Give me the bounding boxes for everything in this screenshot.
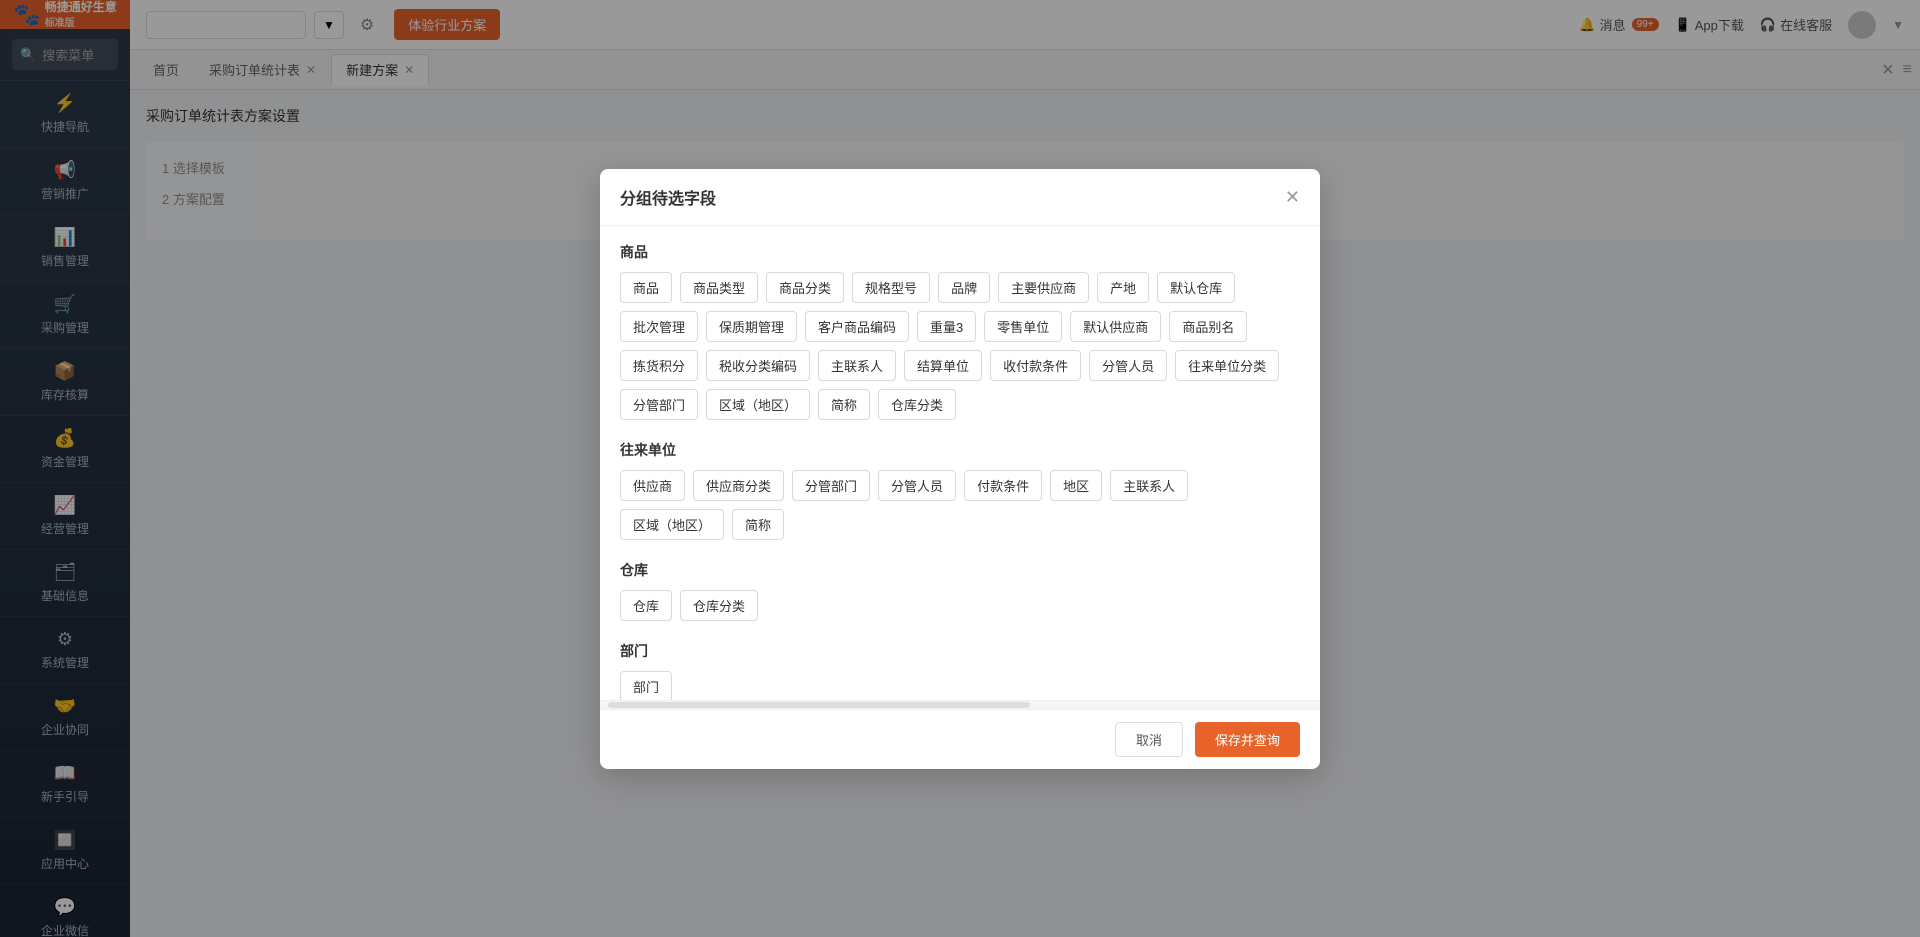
field-tag[interactable]: 零售单位 [984, 311, 1062, 342]
field-tag[interactable]: 商品分类 [766, 272, 844, 303]
modal-title: 分组待选字段 [620, 185, 716, 209]
section-partner-tags: 供应商 供应商分类 分管部门 分管人员 付款条件 地区 主联系人 区域（地区） … [620, 470, 1300, 540]
field-tag[interactable]: 主要供应商 [998, 272, 1089, 303]
field-tag[interactable]: 地区 [1050, 470, 1102, 501]
modal-header: 分组待选字段 ✕ [600, 169, 1320, 226]
field-tag[interactable]: 分管人员 [878, 470, 956, 501]
section-department: 部门 部门 [620, 641, 1300, 701]
section-warehouse-tags: 仓库 仓库分类 [620, 590, 1300, 621]
section-product: 商品 商品 商品类型 商品分类 规格型号 品牌 主要供应商 产地 默认仓库 批次… [620, 242, 1300, 420]
field-tag[interactable]: 保质期管理 [706, 311, 797, 342]
field-tag[interactable]: 付款条件 [964, 470, 1042, 501]
field-tag[interactable]: 产地 [1097, 272, 1149, 303]
section-warehouse-title: 仓库 [620, 560, 1300, 580]
field-tag[interactable]: 部门 [620, 671, 672, 701]
field-tag[interactable]: 分管人员 [1089, 350, 1167, 381]
field-tag[interactable]: 规格型号 [852, 272, 930, 303]
section-product-tags: 商品 商品类型 商品分类 规格型号 品牌 主要供应商 产地 默认仓库 批次管理 … [620, 272, 1300, 420]
field-tag[interactable]: 简称 [818, 389, 870, 420]
field-tag[interactable]: 供应商 [620, 470, 685, 501]
field-tag[interactable]: 主联系人 [1110, 470, 1188, 501]
modal-overlay: 分组待选字段 ✕ 商品 商品 商品类型 商品分类 规格型号 品牌 主要供应商 产… [0, 0, 1920, 937]
field-tag[interactable]: 默认仓库 [1157, 272, 1235, 303]
field-tag[interactable]: 默认供应商 [1070, 311, 1161, 342]
field-tag[interactable]: 商品类型 [680, 272, 758, 303]
field-tag[interactable]: 仓库 [620, 590, 672, 621]
field-select-modal: 分组待选字段 ✕ 商品 商品 商品类型 商品分类 规格型号 品牌 主要供应商 产… [600, 169, 1320, 769]
field-tag[interactable]: 区域（地区） [620, 509, 724, 540]
field-tag[interactable]: 拣货积分 [620, 350, 698, 381]
field-tag[interactable]: 收付款条件 [990, 350, 1081, 381]
field-tag[interactable]: 仓库分类 [878, 389, 956, 420]
cancel-button[interactable]: 取消 [1115, 722, 1183, 757]
field-tag[interactable]: 税收分类编码 [706, 350, 810, 381]
field-tag[interactable]: 区域（地区） [706, 389, 810, 420]
field-tag[interactable]: 商品 [620, 272, 672, 303]
field-tag[interactable]: 品牌 [938, 272, 990, 303]
modal-footer: 取消 保存并查询 [600, 709, 1320, 769]
field-tag[interactable]: 供应商分类 [693, 470, 784, 501]
section-partner: 往来单位 供应商 供应商分类 分管部门 分管人员 付款条件 地区 主联系人 区域… [620, 440, 1300, 540]
field-tag[interactable]: 批次管理 [620, 311, 698, 342]
save-query-button[interactable]: 保存并查询 [1195, 722, 1300, 757]
section-partner-title: 往来单位 [620, 440, 1300, 460]
modal-body[interactable]: 商品 商品 商品类型 商品分类 规格型号 品牌 主要供应商 产地 默认仓库 批次… [600, 226, 1320, 701]
field-tag[interactable]: 简称 [732, 509, 784, 540]
field-tag[interactable]: 商品别名 [1169, 311, 1247, 342]
section-product-title: 商品 [620, 242, 1300, 262]
field-tag[interactable]: 分管部门 [792, 470, 870, 501]
modal-close-button[interactable]: ✕ [1285, 188, 1300, 206]
modal-hscrollbar[interactable] [600, 700, 1320, 708]
section-warehouse: 仓库 仓库 仓库分类 [620, 560, 1300, 621]
field-tag[interactable]: 客户商品编码 [805, 311, 909, 342]
hscroll-thumb[interactable] [608, 702, 1030, 708]
field-tag[interactable]: 结算单位 [904, 350, 982, 381]
field-tag[interactable]: 分管部门 [620, 389, 698, 420]
field-tag[interactable]: 重量3 [917, 311, 976, 342]
field-tag[interactable]: 往来单位分类 [1175, 350, 1279, 381]
field-tag[interactable]: 仓库分类 [680, 590, 758, 621]
section-department-tags: 部门 [620, 671, 1300, 701]
section-department-title: 部门 [620, 641, 1300, 661]
field-tag[interactable]: 主联系人 [818, 350, 896, 381]
